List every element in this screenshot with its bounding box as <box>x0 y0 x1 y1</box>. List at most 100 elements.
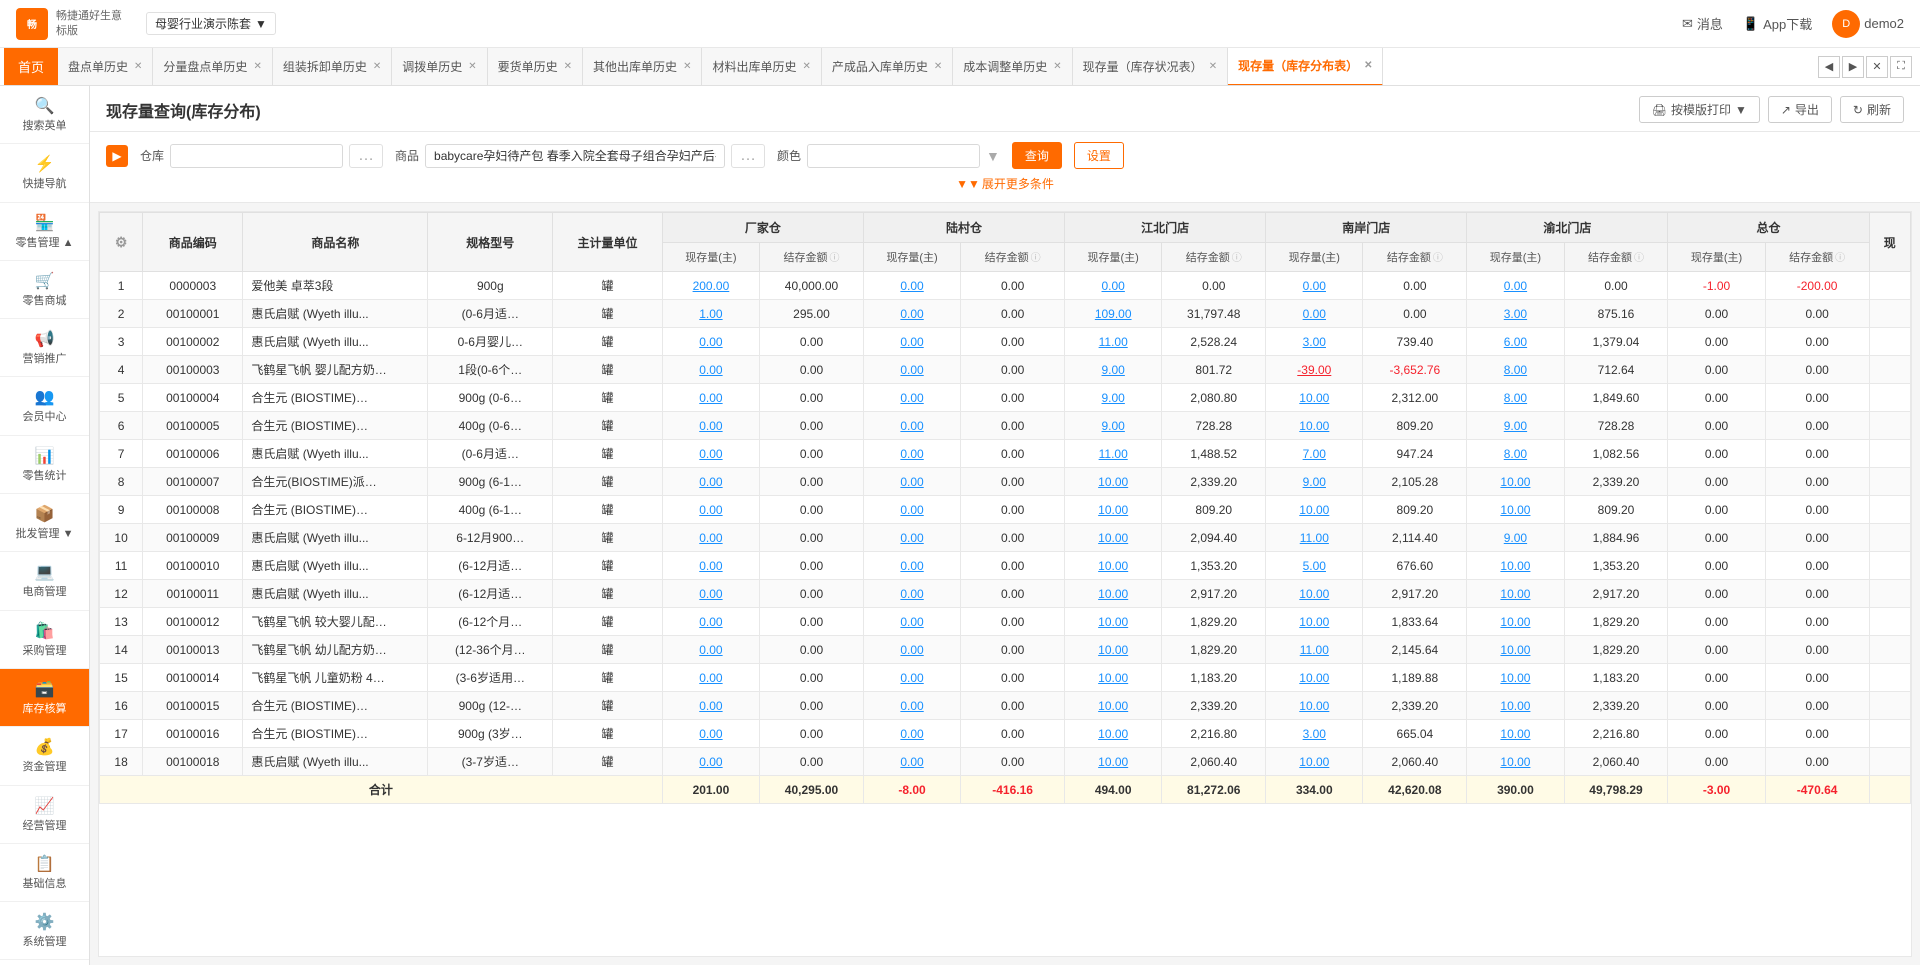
inventory-table: ⚙ 商品编码 商品名称 规格型号 主计量单位 厂家仓 陆村仓 江北门店 南岸门店… <box>99 212 1911 804</box>
cell-jb-qty: 10.00 <box>1065 608 1162 636</box>
warehouse-input[interactable] <box>170 144 343 168</box>
cell-jb-qty: 109.00 <box>1065 300 1162 328</box>
cell-jb-amt: 1,183.20 <box>1162 664 1266 692</box>
cell-na-amt: 2,114.40 <box>1363 524 1467 552</box>
sidebar-item-purchase[interactable]: 🛍️ 采购管理 <box>0 611 89 669</box>
cell-no: 10 <box>100 524 143 552</box>
expand-conditions-btn[interactable]: ▼▼ 展开更多条件 <box>956 175 1054 192</box>
logo-icon: 畅 <box>16 8 48 40</box>
refresh-btn[interactable]: ↻ 刷新 <box>1840 96 1904 123</box>
th-factory-amt: 结存金额ⓘ <box>760 243 864 272</box>
cell-code: 00100004 <box>143 384 243 412</box>
tab-成本调整单历史[interactable]: 成本调整单历史 ✕ <box>953 48 1072 86</box>
cell-no: 13 <box>100 608 143 636</box>
tab-home[interactable]: 首页 <box>4 48 58 86</box>
cell-total-amt: 0.00 <box>1765 608 1869 636</box>
tab-分量盘点单历史[interactable]: 分量盘点单历史 ✕ <box>153 48 272 86</box>
cell-unit: 罐 <box>553 440 663 468</box>
sidebar-item-finance[interactable]: 💰 资金管理 <box>0 727 89 785</box>
cell-total-amt: 0.00 <box>1765 692 1869 720</box>
tab-盘点单历史[interactable]: 盘点单历史 ✕ <box>58 48 153 86</box>
cell-total-amt: 0.00 <box>1765 524 1869 552</box>
sidebar-item-inventory[interactable]: 🗃️ 库存核算 <box>0 669 89 727</box>
cell-extra-qty <box>1869 720 1910 748</box>
product-input[interactable] <box>425 144 725 168</box>
cell-total-amt: 0.00 <box>1765 384 1869 412</box>
tab-next-btn[interactable]: ▶ <box>1842 56 1864 78</box>
sidebar-item-nav[interactable]: ⚡ 快捷导航 <box>0 144 89 202</box>
tab-产成品入库单历史[interactable]: 产成品入库单历史 ✕ <box>822 48 953 86</box>
filter-toggle-btn[interactable]: ▶ <box>106 145 128 167</box>
app-download-btn[interactable]: 📱 App下载 <box>1743 14 1812 33</box>
th-unit: 主计量单位 <box>553 213 663 272</box>
cell-spec: 900g <box>428 272 553 300</box>
query-btn[interactable]: 查询 <box>1012 142 1062 169</box>
cell-yb-amt: 1,183.20 <box>1564 664 1668 692</box>
warehouse-ellipsis-btn[interactable]: … <box>349 144 383 168</box>
cell-jb-amt: 0.00 <box>1162 272 1266 300</box>
cell-total-qty: 0.00 <box>1668 552 1765 580</box>
cell-na-amt: 2,105.28 <box>1363 468 1467 496</box>
cell-yb-qty: 0.00 <box>1467 272 1564 300</box>
message-btn[interactable]: ✉ 消息 <box>1682 14 1723 33</box>
sidebar: 🔍 搜索英单 ⚡ 快捷导航 🏪 零售管理 ▲ 🛒 零售商城 📢 营销推广 👥 会… <box>0 86 90 965</box>
tab-close-all-btn[interactable]: ✕ <box>1866 56 1888 78</box>
sidebar-item-retail-stats[interactable]: 📊 零售统计 <box>0 436 89 494</box>
sidebar-item-retail-shop[interactable]: 🛒 零售商城 <box>0 261 89 319</box>
sidebar-item-basic-info[interactable]: 📋 基础信息 <box>0 844 89 902</box>
table-row: 4 00100003 飞鹤星飞帆 婴儿配方奶… 1段(0-6个… 罐 0.00 … <box>100 356 1911 384</box>
tab-材料出库单历史[interactable]: 材料出库单历史 ✕ <box>702 48 821 86</box>
table-row: 14 00100013 飞鹤星飞帆 幼儿配方奶… (12-36个月… 罐 0.0… <box>100 636 1911 664</box>
cell-na-qty: 10.00 <box>1266 384 1363 412</box>
sidebar-item-corp-collab[interactable]: 🤝 企业协同 <box>0 960 89 965</box>
cell-yb-qty: 9.00 <box>1467 412 1564 440</box>
tab-组装拆卸单历史[interactable]: 组装拆卸单历史 ✕ <box>273 48 392 86</box>
export-btn[interactable]: ↗ 导出 <box>1768 96 1832 123</box>
color-dropdown-btn[interactable]: ▼ <box>986 148 1000 164</box>
th-jiangbei-store: 江北门店 <box>1065 213 1266 243</box>
cell-lucun-amt: 0.00 <box>961 608 1065 636</box>
tab-其他出库单历史[interactable]: 其他出库单历史 ✕ <box>583 48 702 86</box>
cell-unit: 罐 <box>553 524 663 552</box>
th-yb-amt: 结存金额ⓘ <box>1564 243 1668 272</box>
sidebar-item-search[interactable]: 🔍 搜索英单 <box>0 86 89 144</box>
cell-total-amt: 0.00 <box>1765 748 1869 776</box>
settings-btn[interactable]: 设置 <box>1074 142 1124 169</box>
tab-expand-btn[interactable]: ⛶ <box>1890 56 1912 78</box>
product-ellipsis-btn[interactable]: … <box>731 144 765 168</box>
sidebar-item-wholesale[interactable]: 📦 批发管理 ▼ <box>0 494 89 552</box>
cell-extra-qty <box>1869 440 1910 468</box>
sidebar-item-retail-mgmt[interactable]: 🏪 零售管理 ▲ <box>0 203 89 261</box>
th-factory-warehouse: 厂家仓 <box>662 213 863 243</box>
tab-调拨单历史[interactable]: 调拨单历史 ✕ <box>392 48 487 86</box>
sidebar-item-ecommerce[interactable]: 💻 电商管理 <box>0 552 89 610</box>
cell-unit: 罐 <box>553 580 663 608</box>
settings-gear-icon[interactable]: ⚙ <box>115 234 128 250</box>
cell-total-qty: 0.00 <box>1668 440 1765 468</box>
table-row: 3 00100002 惠氏启赋 (Wyeth illu... 0-6月婴儿… 罐… <box>100 328 1911 356</box>
cell-na-qty: 0.00 <box>1266 272 1363 300</box>
cell-factory-amt: 0.00 <box>760 664 864 692</box>
sidebar-item-system[interactable]: ⚙️ 系统管理 <box>0 902 89 960</box>
sidebar-item-operations[interactable]: 📈 经营管理 <box>0 786 89 844</box>
sidebar-item-marketing[interactable]: 📢 营销推广 <box>0 319 89 377</box>
cell-extra-qty <box>1869 552 1910 580</box>
cell-unit: 罐 <box>553 272 663 300</box>
sidebar-item-members[interactable]: 👥 会员中心 <box>0 377 89 435</box>
industry-selector[interactable]: 母婴行业演示陈套 ▼ <box>146 12 276 35</box>
tab-现存量库存状况表[interactable]: 现存量（库存状况表）✕ <box>1073 48 1228 86</box>
tab-现存量库存分布表[interactable]: 现存量（库存分布表）✕ <box>1228 48 1383 86</box>
tab-要货单历史[interactable]: 要货单历史 ✕ <box>488 48 583 86</box>
cell-no: 7 <box>100 440 143 468</box>
user-menu[interactable]: D demo2 <box>1832 10 1904 38</box>
tab-prev-btn[interactable]: ◀ <box>1818 56 1840 78</box>
cell-unit: 罐 <box>553 496 663 524</box>
cell-factory-qty: 0.00 <box>662 384 759 412</box>
cell-lucun-qty: 0.00 <box>863 524 960 552</box>
table-row: 7 00100006 惠氏启赋 (Wyeth illu... (0-6月适… 罐… <box>100 440 1911 468</box>
cell-extra-qty <box>1869 496 1910 524</box>
color-input[interactable] <box>807 144 980 168</box>
cell-name: 惠氏启赋 (Wyeth illu... <box>243 748 428 776</box>
print-btn[interactable]: 🖨 按模版打印 ▼ <box>1639 96 1760 123</box>
cell-jb-amt: 31,797.48 <box>1162 300 1266 328</box>
